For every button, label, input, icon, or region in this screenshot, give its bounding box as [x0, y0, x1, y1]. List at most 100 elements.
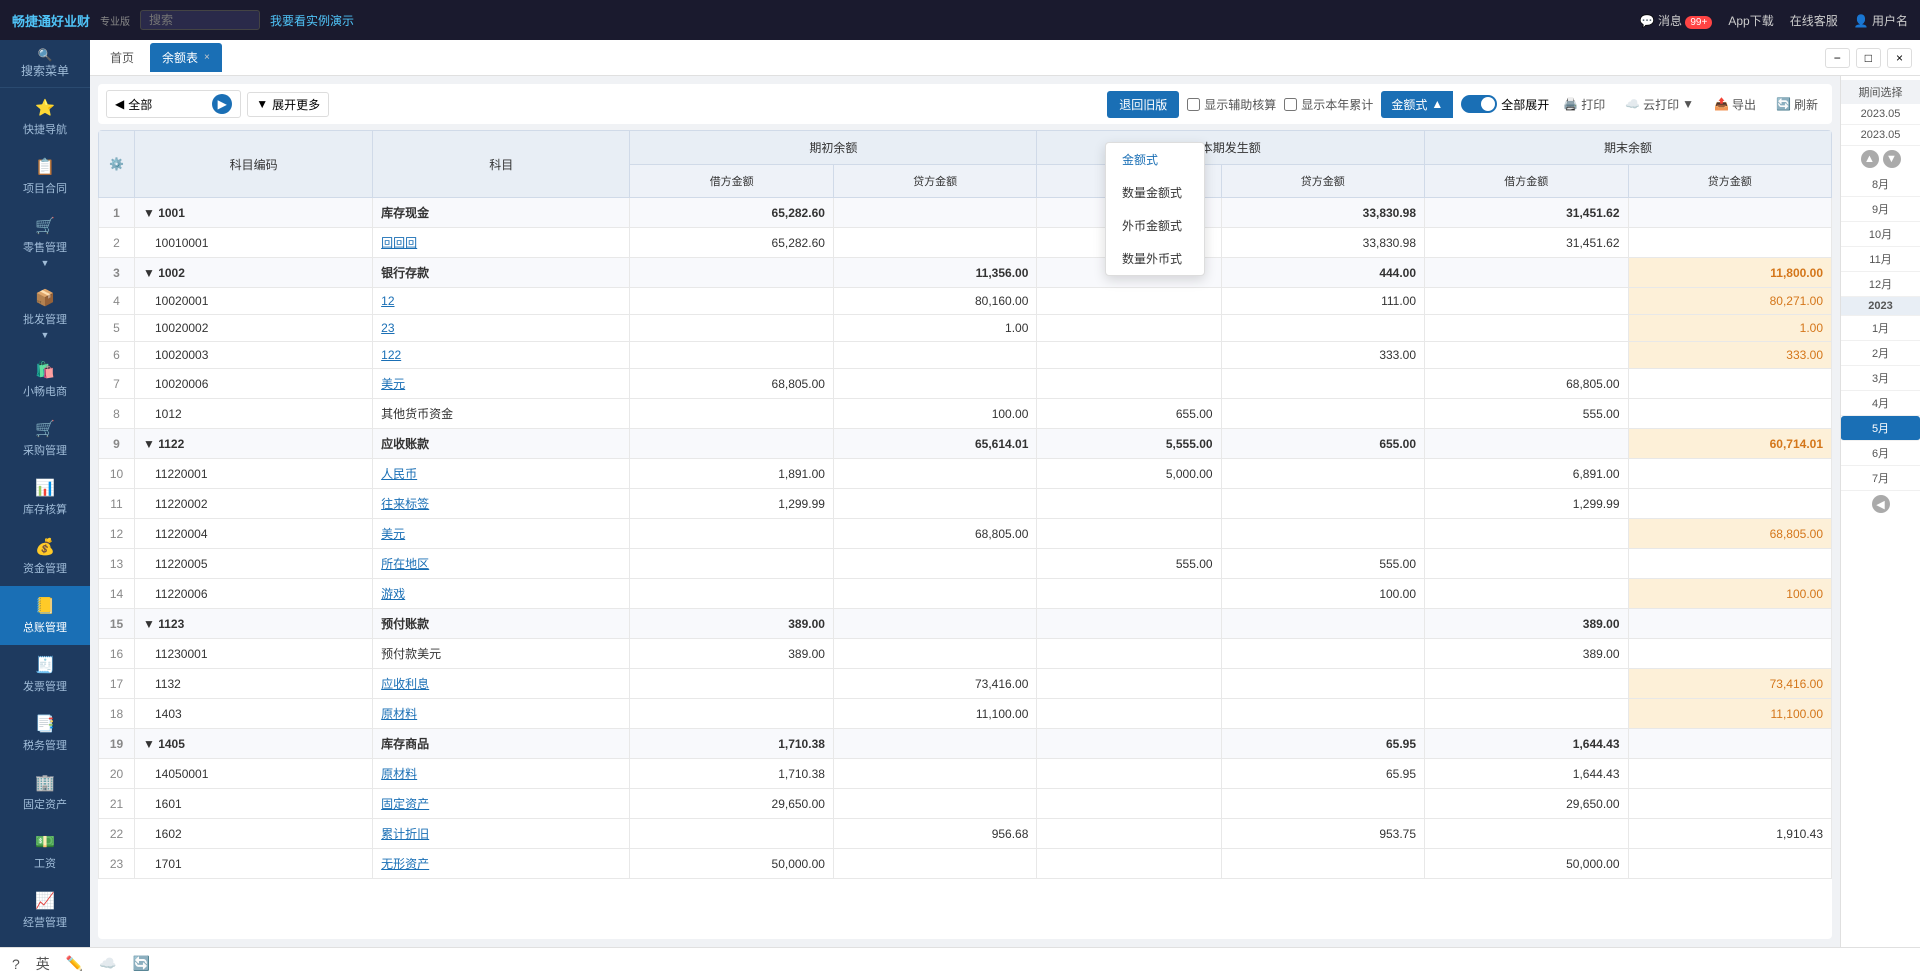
sidebar-item-quick-nav[interactable]: ⭐ 快捷导航 — [0, 88, 90, 147]
row-cd-4 — [1037, 315, 1221, 342]
dropdown-item-foreign-amount[interactable]: 外币金额式 — [1106, 209, 1204, 242]
refresh-btn[interactable]: 🔄 刷新 — [1770, 93, 1824, 116]
row-code-0[interactable]: ▼ 1001 — [135, 198, 373, 228]
window-close-btn[interactable]: × — [1887, 48, 1912, 68]
row-name-5[interactable]: 122 — [373, 342, 630, 369]
sidebar-item-ecommerce[interactable]: 🛍️ 小畅电商 — [0, 350, 90, 409]
app-download[interactable]: App下载 — [1728, 12, 1773, 29]
row-cd-11 — [1037, 519, 1221, 549]
show-ytd-checkbox[interactable]: 显示本年累计 — [1284, 96, 1373, 113]
date-month-11[interactable]: 11月 — [1841, 247, 1920, 272]
helper-checkbox-input[interactable] — [1187, 98, 1200, 111]
sidebar-item-wholesale[interactable]: 📦 批发管理 ▼ — [0, 278, 90, 350]
show-helper-checkbox[interactable]: 显示辅助核算 — [1187, 96, 1276, 113]
return-old-version-btn[interactable]: 退回旧版 — [1107, 91, 1179, 118]
row-name-17[interactable]: 原材料 — [373, 699, 630, 729]
bottom-lang-icon[interactable]: 英 — [36, 954, 50, 974]
row-od-20: 29,650.00 — [630, 789, 833, 819]
date-month-12[interactable]: 12月 — [1841, 272, 1920, 297]
row-name-16[interactable]: 应收利息 — [373, 669, 630, 699]
bottom-edit-icon[interactable]: ✏️ — [66, 955, 83, 972]
date-month-8[interactable]: 8月 — [1841, 172, 1920, 197]
sidebar-item-retail[interactable]: 🛒 零售管理 ▼ — [0, 206, 90, 278]
row-name-20[interactable]: 固定资产 — [373, 789, 630, 819]
toggle-control[interactable] — [1461, 95, 1497, 113]
ytd-checkbox-input[interactable] — [1284, 98, 1297, 111]
bottom-sync-icon[interactable]: 🔄 — [133, 955, 150, 972]
current-period-header: 本期发生额 — [1037, 131, 1425, 165]
row-code-18[interactable]: ▼ 1405 — [135, 729, 373, 759]
sidebar-item-ledger[interactable]: 📒 总账管理 — [0, 586, 90, 645]
cloud-print-btn[interactable]: ☁️ 云打印 ▼ — [1619, 93, 1700, 116]
date-year-start[interactable]: 2023.05 — [1841, 104, 1920, 125]
tab-balance-sheet[interactable]: 余额表 × — [150, 43, 222, 72]
sidebar-item-salary[interactable]: 💵 工资 — [0, 822, 90, 881]
style-select-btn[interactable]: 金额式 ▲ — [1381, 91, 1453, 118]
export-btn[interactable]: 📤 导出 — [1708, 93, 1762, 116]
sidebar-item-inventory[interactable]: 📊 库存核算 — [0, 468, 90, 527]
row-name-13[interactable]: 游戏 — [373, 579, 630, 609]
date-month-5[interactable]: 5月 — [1841, 416, 1920, 441]
bottom-help-icon[interactable]: ? — [12, 956, 20, 972]
date-month-6[interactable]: 6月 — [1841, 441, 1920, 466]
date-month-4[interactable]: 4月 — [1841, 391, 1920, 416]
dropdown-item-qty-amount[interactable]: 数量金额式 — [1106, 176, 1204, 209]
account-search-input[interactable] — [128, 97, 208, 111]
row-name-6[interactable]: 美元 — [373, 369, 630, 399]
dropdown-item-qty-foreign[interactable]: 数量外币式 — [1106, 242, 1204, 275]
row-name-19[interactable]: 原材料 — [373, 759, 630, 789]
sidebar-item-tax[interactable]: 📑 税务管理 — [0, 704, 90, 763]
date-nav-up[interactable]: ▲ — [1861, 150, 1879, 168]
table-row: 3 ▼ 1002 银行存款 11,356.00 444.00 11,800.00 — [99, 258, 1832, 288]
date-month-3[interactable]: 3月 — [1841, 366, 1920, 391]
row-name-1[interactable]: 回回回 — [373, 228, 630, 258]
sidebar-item-purchase[interactable]: 🛒 采购管理 — [0, 409, 90, 468]
date-year-2023[interactable]: 2023 — [1841, 297, 1920, 316]
row-oc-18 — [833, 729, 1036, 759]
row-cc-22 — [1221, 849, 1424, 879]
row-name-4[interactable]: 23 — [373, 315, 630, 342]
online-service[interactable]: 在线客服 — [1790, 12, 1838, 29]
date-collapse-btn[interactable]: ◀ — [1872, 495, 1890, 513]
demo-link[interactable]: 我要看实例演示 — [270, 12, 354, 29]
row-code-14[interactable]: ▼ 1123 — [135, 609, 373, 639]
row-code-2[interactable]: ▼ 1002 — [135, 258, 373, 288]
date-month-9[interactable]: 9月 — [1841, 197, 1920, 222]
date-month-7[interactable]: 7月 — [1841, 466, 1920, 491]
row-name-9[interactable]: 人民币 — [373, 459, 630, 489]
bottom-cloud-icon[interactable]: ☁️ — [99, 955, 116, 972]
row-code-8[interactable]: ▼ 1122 — [135, 429, 373, 459]
dropdown-item-amount[interactable]: 金额式 — [1106, 143, 1204, 176]
user-avatar[interactable]: 👤 用户名 — [1854, 12, 1908, 29]
window-max-btn[interactable]: □ — [1856, 48, 1881, 68]
tab-close-btn[interactable]: × — [204, 52, 210, 63]
settings-header[interactable]: ⚙️ — [99, 131, 135, 198]
row-name-12[interactable]: 所在地区 — [373, 549, 630, 579]
date-month-1[interactable]: 1月 — [1841, 316, 1920, 341]
window-min-btn[interactable]: − — [1825, 48, 1850, 68]
date-month-10[interactable]: 10月 — [1841, 222, 1920, 247]
search-nav-btn[interactable]: ▶ — [212, 94, 232, 114]
row-name-10[interactable]: 往来标签 — [373, 489, 630, 519]
row-name-3[interactable]: 12 — [373, 288, 630, 315]
sidebar-item-finance[interactable]: 💰 资金管理 — [0, 527, 90, 586]
sidebar-item-assets[interactable]: 🏢 固定资产 — [0, 763, 90, 822]
tab-home[interactable]: 首页 — [98, 43, 146, 72]
row-name-22[interactable]: 无形资产 — [373, 849, 630, 879]
row-name-11[interactable]: 美元 — [373, 519, 630, 549]
top-search-input[interactable] — [140, 10, 260, 30]
expand-all-toggle[interactable]: 全部展开 — [1461, 95, 1549, 113]
row-name-21[interactable]: 累计折旧 — [373, 819, 630, 849]
sidebar-search[interactable]: 🔍 搜索菜单 — [0, 40, 90, 88]
expand-more-btn[interactable]: ▼ 展开更多 — [247, 92, 329, 117]
row-name-18: 库存商品 — [373, 729, 630, 759]
sidebar-item-invoice[interactable]: 🧾 发票管理 — [0, 645, 90, 704]
date-month-2[interactable]: 2月 — [1841, 341, 1920, 366]
sidebar-item-operations[interactable]: 📈 经营管理 — [0, 881, 90, 940]
notification[interactable]: 💬 消息 99+ — [1640, 12, 1713, 29]
date-nav-down[interactable]: ▼ — [1883, 150, 1901, 168]
sidebar-item-project[interactable]: 📋 项目合同 — [0, 147, 90, 206]
date-year-end[interactable]: 2023.05 — [1841, 125, 1920, 146]
sidebar-item-sales-expense[interactable]: 💸 小畅报销 — [0, 940, 90, 947]
print-btn[interactable]: 🖨️ 打印 — [1557, 93, 1611, 116]
